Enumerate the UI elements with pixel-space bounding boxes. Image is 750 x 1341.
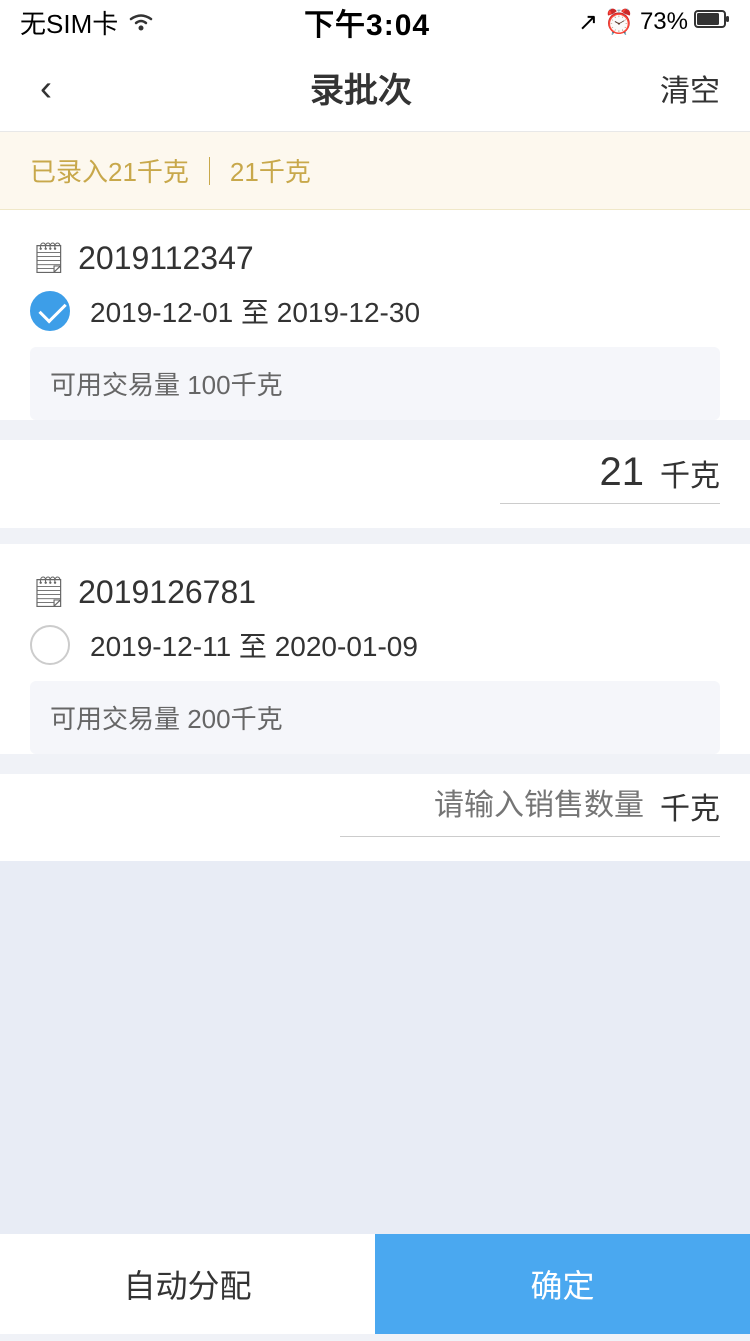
amount-unit-1: 千克	[660, 451, 720, 495]
nav-bar: ‹ 录批次 清空	[0, 44, 750, 132]
batch-2-icon: 🗒	[30, 575, 68, 610]
back-button[interactable]: ‹	[30, 57, 62, 119]
batch-1-radio[interactable]	[30, 291, 70, 331]
quantity-input-2[interactable]	[324, 789, 644, 823]
batch-item-2: 🗒 2019126781 2019-12-11 至 2020-01-09 可用交…	[0, 544, 750, 754]
batch-1-id: 2019112347	[78, 240, 254, 277]
batch-1-date: 2019-12-01 至 2019-12-30	[90, 291, 420, 331]
input-underline-2	[340, 836, 720, 837]
info-label: 已录入21千克	[30, 152, 189, 189]
input-container-2: 千克	[0, 774, 750, 861]
alarm-icon: ⏰	[604, 8, 634, 37]
clear-button[interactable]: 清空	[660, 66, 720, 110]
info-value: 21千克	[230, 152, 311, 189]
location-icon: ↗	[578, 8, 598, 37]
batch-1-availability: 可用交易量 100千克	[30, 347, 720, 420]
confirm-button[interactable]: 确定	[375, 1234, 750, 1334]
wifi-icon	[126, 7, 156, 38]
status-bar: 无SIM卡 下午3:04 ↗ ⏰ 73%	[0, 0, 750, 44]
battery-icon	[694, 8, 730, 36]
qty-unit-2: 千克	[660, 784, 720, 828]
batch-2-date-row: 2019-12-11 至 2020-01-09	[30, 625, 720, 665]
amount-value-1: 21	[600, 450, 645, 495]
bottom-bar: 自动分配 确定	[0, 1234, 750, 1334]
status-time: 下午3:04	[304, 0, 430, 44]
batch-2-date: 2019-12-11 至 2020-01-09	[90, 625, 418, 665]
page-title: 录批次	[310, 63, 412, 112]
info-divider	[209, 157, 210, 185]
empty-area	[0, 861, 750, 1241]
status-right: ↗ ⏰ 73%	[578, 8, 730, 37]
batch-1-header: 🗒 2019112347	[30, 240, 720, 277]
batch-2-radio[interactable]	[30, 625, 70, 665]
section-divider	[0, 528, 750, 544]
amount-container-1: 21 千克	[0, 440, 750, 528]
content-area: 已录入21千克 21千克 🗒 2019112347 2019-12-01 至 2…	[0, 132, 750, 1341]
auto-distribute-button[interactable]: 自动分配	[0, 1234, 375, 1334]
amount-underline-1	[500, 503, 720, 504]
batch-2-id: 2019126781	[78, 574, 256, 611]
battery-percent: 73%	[640, 8, 688, 36]
carrier-text: 无SIM卡	[20, 4, 118, 41]
status-carrier: 无SIM卡	[20, 4, 156, 41]
batch-2-header: 🗒 2019126781	[30, 574, 720, 611]
batch-1-icon: 🗒	[30, 241, 68, 276]
batch-item-1: 🗒 2019112347 2019-12-01 至 2019-12-30 可用交…	[0, 210, 750, 420]
batch-2-availability: 可用交易量 200千克	[30, 681, 720, 754]
batch-1-date-row: 2019-12-01 至 2019-12-30	[30, 291, 720, 331]
info-banner: 已录入21千克 21千克	[0, 132, 750, 210]
